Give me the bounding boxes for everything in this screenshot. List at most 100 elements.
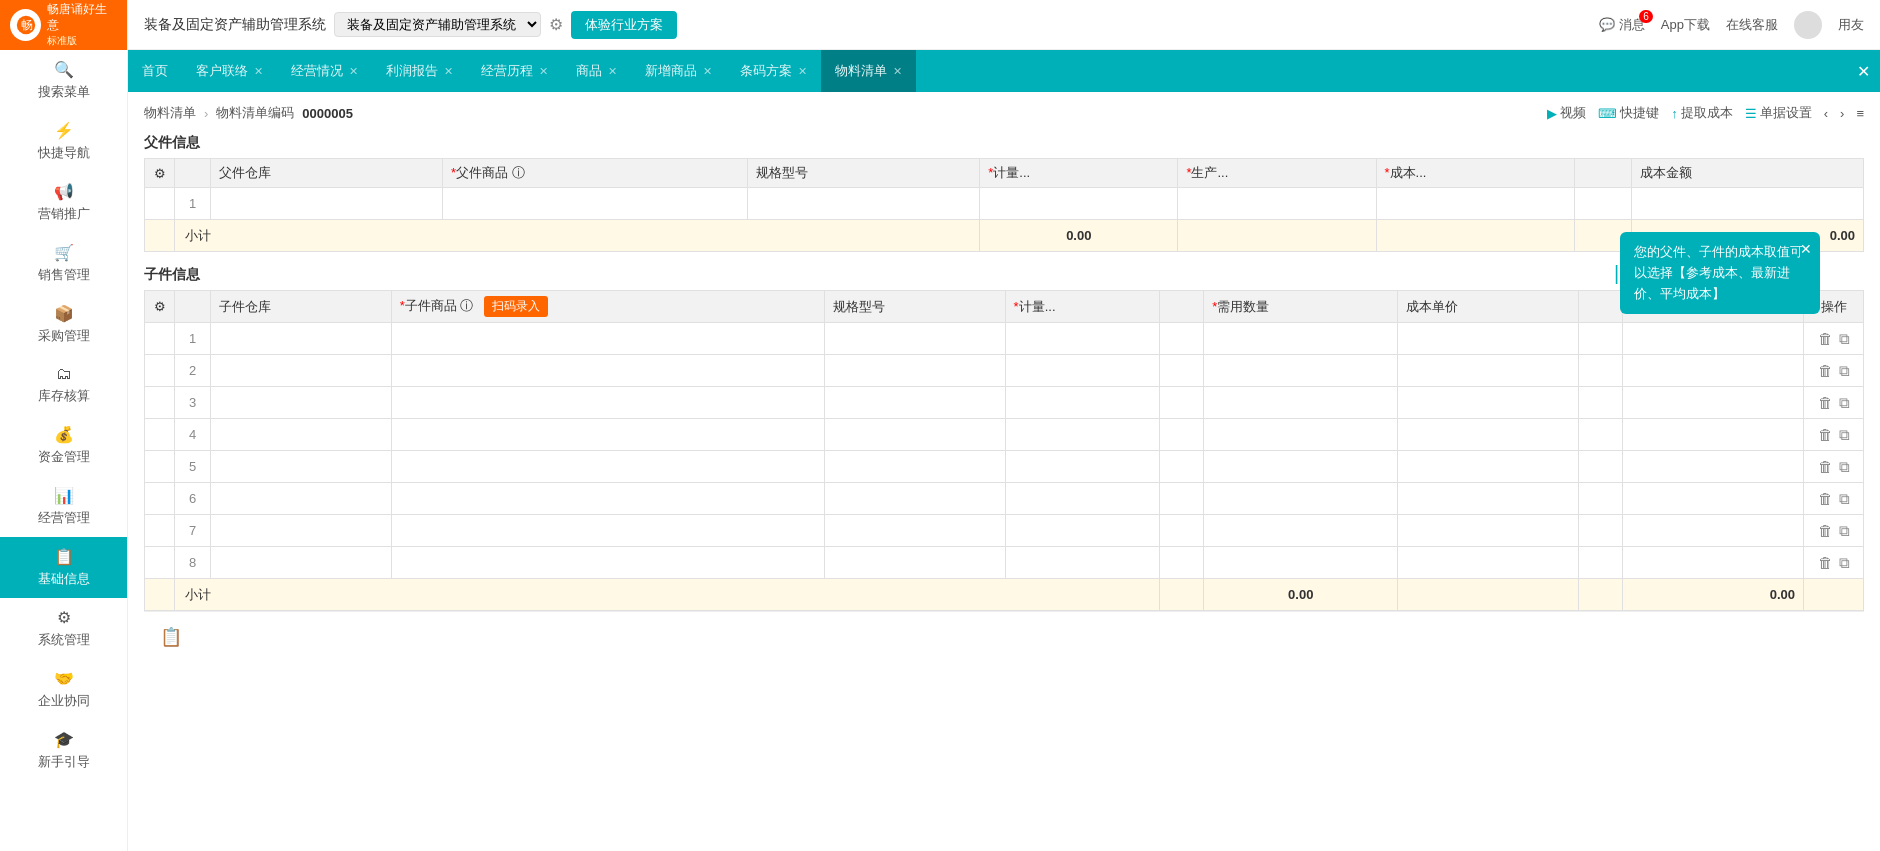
tab-customer-close[interactable]: ✕	[254, 65, 263, 78]
gear-icon[interactable]: ⚙	[549, 15, 563, 34]
child-row-unit-cost[interactable]	[1398, 355, 1579, 387]
child-row-warehouse[interactable]	[211, 323, 392, 355]
tab-customer[interactable]: 客户联络 ✕	[182, 50, 277, 92]
child-row-warehouse[interactable]	[211, 547, 392, 579]
sidebar-item-search[interactable]: 🔍 搜索菜单	[0, 50, 127, 111]
delete-icon[interactable]: 🗑	[1818, 394, 1833, 412]
child-row-product[interactable]	[391, 387, 824, 419]
delete-icon[interactable]: 🗑	[1818, 490, 1833, 508]
sidebar-item-marketing[interactable]: 📢 营销推广	[0, 172, 127, 233]
sidebar-item-quicknav[interactable]: ⚡ 快捷导航	[0, 111, 127, 172]
app-download-btn[interactable]: App下载	[1661, 16, 1710, 34]
child-row-spec[interactable]	[824, 515, 1005, 547]
child-row-qty[interactable]	[1204, 515, 1398, 547]
tab-new-product-close[interactable]: ✕	[703, 65, 712, 78]
tab-barcode[interactable]: 条码方案 ✕	[726, 50, 821, 92]
child-row-warehouse[interactable]	[211, 419, 392, 451]
child-row-unit[interactable]	[1005, 451, 1159, 483]
tab-product-close[interactable]: ✕	[608, 65, 617, 78]
copy-icon[interactable]: ⧉	[1839, 490, 1850, 508]
child-row-unit-cost[interactable]	[1398, 547, 1579, 579]
child-row-qty[interactable]	[1204, 451, 1398, 483]
child-row-warehouse[interactable]	[211, 483, 392, 515]
child-row-product[interactable]	[391, 483, 824, 515]
child-row-unit[interactable]	[1005, 515, 1159, 547]
delete-icon[interactable]: 🗑	[1818, 330, 1833, 348]
tab-bom-close[interactable]: ✕	[893, 65, 902, 78]
copy-icon[interactable]: ⧉	[1839, 554, 1850, 572]
nav-next-btn[interactable]: ›	[1840, 106, 1844, 121]
child-row-unit-cost[interactable]	[1398, 515, 1579, 547]
child-row-unit[interactable]	[1005, 387, 1159, 419]
child-row-unit[interactable]	[1005, 355, 1159, 387]
child-row-product[interactable]	[391, 515, 824, 547]
child-row-spec[interactable]	[824, 323, 1005, 355]
copy-icon[interactable]: ⧉	[1839, 394, 1850, 412]
child-row-warehouse[interactable]	[211, 515, 392, 547]
delete-icon[interactable]: 🗑	[1818, 458, 1833, 476]
th-parent-settings[interactable]: ⚙	[145, 159, 175, 188]
copy-icon[interactable]: ⧉	[1839, 522, 1850, 540]
sidebar-item-enterprise[interactable]: 🤝 企业协同	[0, 659, 127, 720]
parent-row-cost-type[interactable]	[1376, 188, 1574, 220]
child-row-spec[interactable]	[824, 483, 1005, 515]
child-row-product[interactable]	[391, 419, 824, 451]
child-row-unit-cost[interactable]	[1398, 387, 1579, 419]
tab-product[interactable]: 商品 ✕	[562, 50, 631, 92]
child-row-qty[interactable]	[1204, 547, 1398, 579]
child-row-product[interactable]	[391, 323, 824, 355]
child-row-product[interactable]	[391, 451, 824, 483]
breadcrumb-page1[interactable]: 物料清单	[144, 104, 196, 122]
nav-prev-btn[interactable]: ‹	[1824, 106, 1828, 121]
child-row-unit[interactable]	[1005, 419, 1159, 451]
delete-icon[interactable]: 🗑	[1818, 522, 1833, 540]
sidebar-item-sales[interactable]: 🛒 销售管理	[0, 233, 127, 294]
child-row-spec[interactable]	[824, 419, 1005, 451]
online-service-btn[interactable]: 在线客服	[1726, 16, 1778, 34]
sidebar-item-finance[interactable]: 💰 资金管理	[0, 415, 127, 476]
tab-new-product[interactable]: 新增商品 ✕	[631, 50, 726, 92]
child-row-unit[interactable]	[1005, 323, 1159, 355]
parent-row-spec[interactable]	[748, 188, 980, 220]
message-btn[interactable]: 💬 消息 6	[1599, 16, 1645, 34]
sidebar-item-purchase[interactable]: 📦 采购管理	[0, 294, 127, 355]
close-all-tabs[interactable]: ✕	[1847, 62, 1880, 81]
tab-profit[interactable]: 利润报告 ✕	[372, 50, 467, 92]
extract-cost-btn[interactable]: ↑ 提取成本	[1671, 104, 1733, 122]
child-row-unit-cost[interactable]	[1398, 451, 1579, 483]
delete-icon[interactable]: 🗑	[1818, 426, 1833, 444]
shortcut-btn[interactable]: ⌨ 快捷键	[1598, 104, 1659, 122]
child-row-product[interactable]	[391, 547, 824, 579]
tab-profit-close[interactable]: ✕	[444, 65, 453, 78]
tab-bom[interactable]: 物料清单 ✕	[821, 50, 916, 92]
tab-history-close[interactable]: ✕	[539, 65, 548, 78]
child-row-warehouse[interactable]	[211, 451, 392, 483]
delete-icon[interactable]: 🗑	[1818, 554, 1833, 572]
child-row-qty[interactable]	[1204, 419, 1398, 451]
child-row-unit-cost[interactable]	[1398, 483, 1579, 515]
trial-button[interactable]: 体验行业方案	[571, 11, 677, 39]
child-row-spec[interactable]	[824, 387, 1005, 419]
tab-history[interactable]: 经营历程 ✕	[467, 50, 562, 92]
menu-btn[interactable]: ≡	[1856, 106, 1864, 121]
child-row-unit[interactable]	[1005, 547, 1159, 579]
copy-icon[interactable]: ⧉	[1839, 458, 1850, 476]
single-settings-btn[interactable]: ☰ 单据设置	[1745, 104, 1812, 122]
child-row-qty[interactable]	[1204, 483, 1398, 515]
parent-row-produce[interactable]	[1178, 188, 1376, 220]
child-row-warehouse[interactable]	[211, 387, 392, 419]
child-row-qty[interactable]	[1204, 355, 1398, 387]
scan-btn[interactable]: 扫码录入	[484, 296, 548, 317]
sidebar-item-system[interactable]: ⚙ 系统管理	[0, 598, 127, 659]
child-row-product[interactable]	[391, 355, 824, 387]
child-row-qty[interactable]	[1204, 323, 1398, 355]
system-select[interactable]: 装备及固定资产辅助管理系统	[334, 12, 541, 37]
sidebar-item-guide[interactable]: 🎓 新手引导	[0, 720, 127, 781]
parent-row-warehouse[interactable]	[211, 188, 443, 220]
child-row-unit-cost[interactable]	[1398, 419, 1579, 451]
tab-home[interactable]: 首页	[128, 50, 182, 92]
tab-barcode-close[interactable]: ✕	[798, 65, 807, 78]
tooltip-close-btn[interactable]: ✕	[1800, 238, 1812, 260]
copy-icon[interactable]: ⧉	[1839, 426, 1850, 444]
sidebar-item-inventory[interactable]: 🗂 库存核算	[0, 355, 127, 415]
